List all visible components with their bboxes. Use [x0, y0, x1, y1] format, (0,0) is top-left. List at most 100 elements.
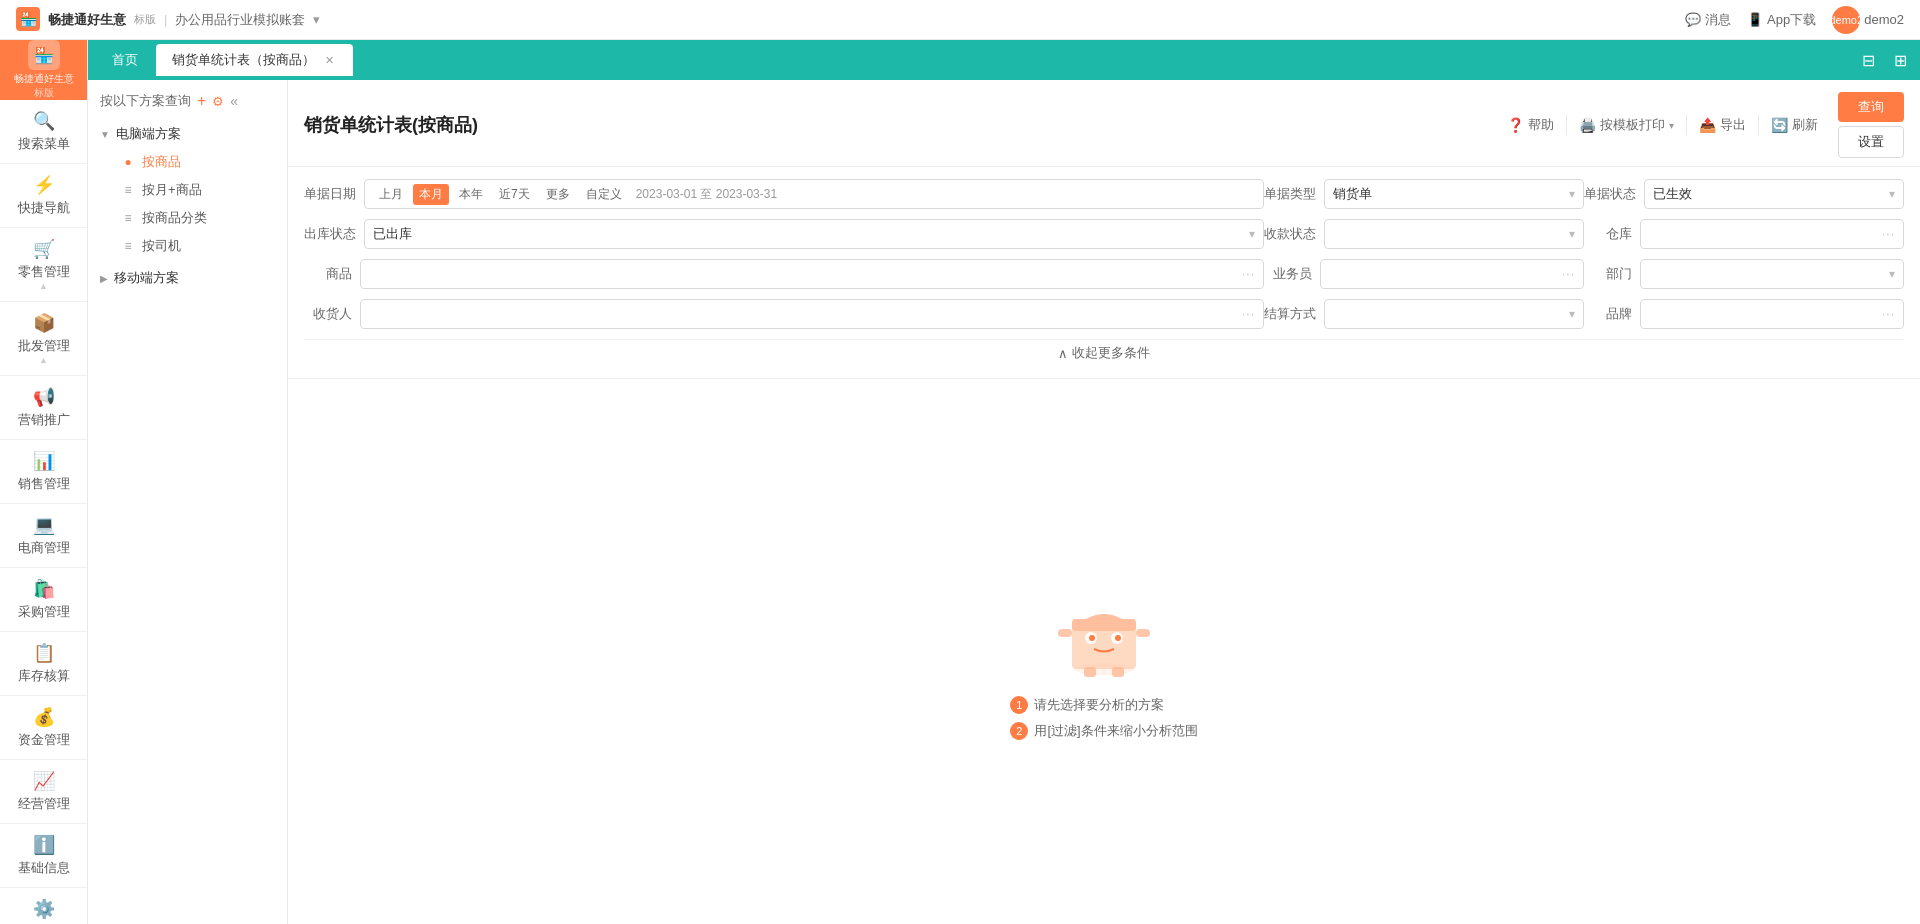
brand-label: 品牌 — [1584, 305, 1640, 323]
sidebar-item-finance[interactable]: 💰 资金管理 — [0, 696, 87, 760]
print-template-button[interactable]: 🖨️ 按模板打印 ▾ — [1579, 116, 1674, 134]
filter-item-out-status: 出库状态 已出库 ▾ — [304, 219, 1264, 249]
help-button[interactable]: ❓ 帮助 — [1507, 116, 1554, 134]
settlement-dropdown-icon: ▾ — [1569, 307, 1575, 321]
salesperson-control[interactable]: ··· — [1320, 259, 1584, 289]
receipt-status-control[interactable]: ▾ — [1324, 219, 1584, 249]
wholesale-icon: 📦 — [33, 312, 55, 334]
filter-group-mobile-header[interactable]: ▶ 移动端方案 — [88, 264, 287, 292]
sidebar-item-quick-nav[interactable]: ⚡ 快捷导航 — [0, 164, 87, 228]
app-logo: 🏪 — [16, 7, 40, 31]
date-tag-last-month[interactable]: 上月 — [373, 184, 409, 205]
sidebar-item-retail[interactable]: 🛒 零售管理 ▲ — [0, 228, 87, 302]
tab-home[interactable]: 首页 — [96, 44, 154, 76]
sidebar-item-purchase[interactable]: 🛍️ 采购管理 — [0, 568, 87, 632]
product-control[interactable]: ··· — [360, 259, 1264, 289]
filter-item-receipt-status: 收款状态 ▾ — [1264, 219, 1584, 249]
pc-group-arrow-icon: ▼ — [100, 129, 110, 140]
tab-bar-actions: ⊟ ⊞ — [1856, 48, 1912, 72]
salesperson-more-icon: ··· — [1562, 267, 1575, 281]
app-download-button[interactable]: 📱 App下载 — [1747, 11, 1816, 29]
tab-close-icon[interactable]: ✕ — [321, 52, 337, 68]
filter-item-warehouse: 仓库 ··· — [1584, 219, 1904, 249]
top-header: 🏪 畅捷通好生意 标版 | 办公用品行业模拟账套 ▾ 💬 消息 📱 App下载 … — [0, 0, 1920, 40]
operations-icon: 📈 — [33, 770, 55, 792]
ecommerce-icon: 💻 — [33, 514, 55, 536]
search-menu-label: 搜索菜单 — [18, 135, 70, 153]
filter-panel-header: 按以下方案查询 + ⚙ « — [88, 88, 287, 114]
tab-minimize-button[interactable]: ⊟ — [1856, 48, 1880, 72]
filter-form: 单据日期 上月 本月 本年 近7天 更多 自定义 — [288, 167, 1920, 379]
sidebar: 🏪 畅捷通好生意 标版 🔍 搜索菜单 ⚡ 快捷导航 🛒 零售管理 ▲ 📦 批发管… — [0, 40, 88, 924]
doc-status-control[interactable]: 已生效 ▾ — [1644, 179, 1904, 209]
date-tag-custom[interactable]: 自定义 — [580, 184, 628, 205]
settlement-control[interactable]: ▾ — [1324, 299, 1584, 329]
sidebar-item-operations[interactable]: 📈 经营管理 — [0, 760, 87, 824]
filter-row-4: 收货人 ··· 结算方式 ▾ — [304, 299, 1904, 329]
filter-item-salesperson: 业务员 ··· — [1264, 259, 1584, 289]
settings-scheme-button[interactable]: ⚙ — [212, 94, 224, 109]
doc-type-label: 单据类型 — [1264, 185, 1324, 203]
page-title-bar: 销货单统计表(按商品) ❓ 帮助 🖨️ 按模板打印 ▾ — [288, 80, 1920, 167]
inventory-icon: 📋 — [33, 642, 55, 664]
tab-sales-stats[interactable]: 销货单统计表（按商品） ✕ — [156, 44, 353, 76]
receipt-status-dropdown-icon: ▾ — [1569, 227, 1575, 241]
empty-tip-1: 1 请先选择要分析的方案 — [1010, 696, 1197, 714]
date-tag-this-year[interactable]: 本年 — [453, 184, 489, 205]
recipient-control[interactable]: ··· — [360, 299, 1264, 329]
print-icon: 🖨️ — [1579, 117, 1596, 133]
warehouse-more-icon: ··· — [1882, 227, 1895, 241]
sidebar-item-search-menu[interactable]: 🔍 搜索菜单 — [0, 100, 87, 164]
collapse-more-bar[interactable]: ∧ 收起更多条件 — [304, 339, 1904, 366]
settings-button[interactable]: 设置 — [1838, 126, 1904, 158]
tip-num-2: 2 — [1010, 722, 1028, 740]
export-button[interactable]: 📤 导出 — [1699, 116, 1746, 134]
sidebar-item-ecommerce[interactable]: 💻 电商管理 — [0, 504, 87, 568]
brand-control[interactable]: ··· — [1640, 299, 1904, 329]
query-button[interactable]: 查询 — [1838, 92, 1904, 122]
by-product-category-icon: ≡ — [120, 210, 136, 226]
content-area: 首页 销货单统计表（按商品） ✕ ⊟ ⊞ 按以下方案查询 + ⚙ — [88, 40, 1920, 924]
divider3 — [1758, 115, 1759, 135]
date-tag-7days[interactable]: 近7天 — [493, 184, 536, 205]
svg-rect-9 — [1084, 667, 1096, 677]
filter-child-by-product[interactable]: ● 按商品 — [108, 148, 287, 176]
department-control[interactable]: ▾ — [1640, 259, 1904, 289]
base-info-label: 基础信息 — [18, 859, 70, 877]
add-scheme-button[interactable]: + — [197, 92, 206, 110]
filter-panel: 按以下方案查询 + ⚙ « ▼ 电脑端方案 — [88, 80, 288, 924]
date-tag-this-month[interactable]: 本月 — [413, 184, 449, 205]
by-cashier-icon: ≡ — [120, 238, 136, 254]
filter-child-by-cashier[interactable]: ≡ 按司机 — [108, 232, 287, 260]
filter-group-pc-header[interactable]: ▼ 电脑端方案 — [88, 120, 287, 148]
filter-child-by-product-category[interactable]: ≡ 按商品分类 — [108, 204, 287, 232]
out-status-control[interactable]: 已出库 ▾ — [364, 219, 1264, 249]
date-tag-more[interactable]: 更多 — [540, 184, 576, 205]
sidebar-item-inventory[interactable]: 📋 库存核算 — [0, 632, 87, 696]
print-dropdown-icon: ▾ — [1669, 120, 1674, 131]
sidebar-item-base-info[interactable]: ℹ️ 基础信息 — [0, 824, 87, 888]
filter-panel-title: 按以下方案查询 — [100, 92, 191, 110]
messages-button[interactable]: 💬 消息 — [1685, 11, 1731, 29]
product-more-icon: ··· — [1242, 267, 1255, 281]
avatar: demo2 — [1832, 6, 1860, 34]
sidebar-item-marketing[interactable]: 📢 营销推广 — [0, 376, 87, 440]
collapse-panel-button[interactable]: « — [230, 93, 238, 109]
doc-type-control[interactable]: 销货单 ▾ — [1324, 179, 1584, 209]
svg-rect-7 — [1058, 629, 1072, 637]
tip-text-1: 请先选择要分析的方案 — [1034, 696, 1164, 714]
sidebar-item-system[interactable]: ⚙️ 系统管理 — [0, 888, 87, 924]
svg-rect-10 — [1112, 667, 1124, 677]
refresh-button[interactable]: 🔄 刷新 — [1771, 116, 1818, 134]
user-avatar-button[interactable]: demo2 demo2 — [1832, 6, 1904, 34]
industry-dropdown-icon[interactable]: ▾ — [313, 12, 320, 27]
brand-more-icon: ··· — [1882, 307, 1895, 321]
filter-child-by-month-product[interactable]: ≡ 按月+商品 — [108, 176, 287, 204]
warehouse-control[interactable]: ··· — [1640, 219, 1904, 249]
tab-sales-stats-label: 销货单统计表（按商品） — [172, 51, 315, 69]
by-month-product-icon: ≡ — [120, 182, 136, 198]
sidebar-item-sales-mgmt[interactable]: 📊 销售管理 — [0, 440, 87, 504]
tab-maximize-button[interactable]: ⊞ — [1888, 48, 1912, 72]
sidebar-item-wholesale[interactable]: 📦 批发管理 ▲ — [0, 302, 87, 376]
doc-type-dropdown-icon: ▾ — [1569, 187, 1575, 201]
